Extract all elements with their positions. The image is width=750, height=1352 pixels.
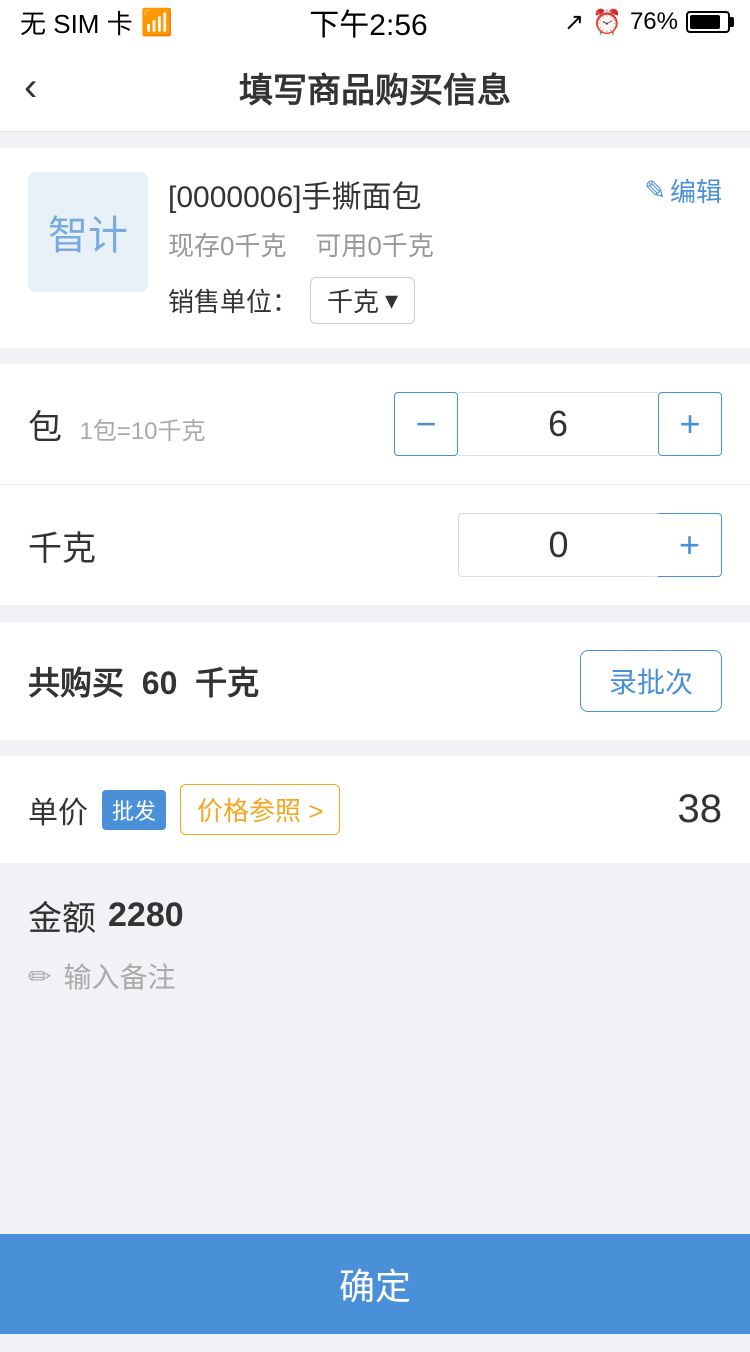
qty-row-bao: 包 1包=10千克 − + — [0, 364, 750, 485]
qty-label-bao: 包 1包=10千克 — [28, 400, 208, 449]
pencil-icon: ✏ — [28, 960, 51, 993]
batch-button[interactable]: 录批次 — [580, 650, 722, 712]
status-right: ↗ ⏰ 76% — [564, 8, 730, 37]
remark-row[interactable]: ✏ 输入备注 — [28, 956, 722, 996]
amount-section: 金额 2280 ✏ 输入备注 — [0, 863, 750, 1012]
edit-icon: ✎ — [644, 175, 666, 206]
battery-percent: 76% — [630, 8, 678, 36]
product-thumbnail: 智计 — [28, 172, 148, 292]
qty-controls-bao: − + — [394, 392, 722, 456]
edit-button[interactable]: ✎ 编辑 — [644, 172, 722, 209]
total-section: 共购买 60 千克 录批次 — [0, 622, 750, 740]
product-name: [0000006]手撕面包 — [168, 172, 644, 216]
qty-row-kg: 千克 + — [0, 485, 750, 606]
chevron-down-icon: ▾ — [385, 285, 398, 316]
status-carrier: 无 SIM 卡 📶 — [20, 4, 173, 41]
product-info: [0000006]手撕面包 ✎ 编辑 现存0千克 可用0千克 销售单位： 千克 … — [168, 172, 722, 324]
price-value: 38 — [678, 787, 723, 832]
qty-label-kg: 千克 — [28, 521, 208, 570]
status-bar: 无 SIM 卡 📶 下午2:56 ↗ ⏰ 76% — [0, 0, 750, 44]
page-title: 填写商品购买信息 — [239, 63, 511, 112]
nav-bar: ‹ 填写商品购买信息 — [0, 44, 750, 132]
qty-input-bao[interactable] — [458, 392, 658, 456]
price-label: 单价 — [28, 788, 88, 832]
total-amount: 60 — [142, 665, 178, 701]
amount-value: 2280 — [108, 896, 184, 935]
qty-controls-kg: + — [458, 513, 722, 577]
amount-row: 金额 2280 — [28, 891, 722, 940]
wifi-icon: 📶 — [141, 7, 173, 38]
increment-bao-button[interactable]: + — [658, 392, 722, 456]
product-logo-text: 智计 — [48, 203, 128, 261]
status-time: 下午2:56 — [309, 0, 427, 44]
qty-input-kg[interactable] — [458, 513, 658, 577]
total-text: 共购买 60 千克 — [28, 658, 259, 704]
decrement-bao-button[interactable]: − — [394, 392, 458, 456]
product-section: 智计 [0000006]手撕面包 ✎ 编辑 现存0千克 可用0千克 销售单位： … — [0, 148, 750, 348]
battery-icon — [686, 11, 730, 33]
increment-kg-button[interactable]: + — [658, 513, 722, 577]
alarm-icon: ⏰ — [592, 8, 622, 37]
price-tag: 批发 — [102, 790, 166, 830]
remark-placeholder: 输入备注 — [63, 956, 175, 996]
price-section: 单价 批发 价格参照 > 38 — [0, 756, 750, 863]
back-button[interactable]: ‹ — [24, 65, 37, 110]
location-icon: ↗ — [564, 8, 584, 37]
product-stock: 现存0千克 可用0千克 — [168, 226, 722, 263]
quantity-section: 包 1包=10千克 − + 千克 + — [0, 364, 750, 606]
confirm-button[interactable]: 确定 — [0, 1234, 750, 1334]
qty-sub-label-bao: 1包=10千克 — [79, 418, 205, 445]
price-ref-button[interactable]: 价格参照 > — [180, 784, 340, 835]
product-unit-row: 销售单位： 千克 ▾ — [168, 277, 722, 324]
unit-select[interactable]: 千克 ▾ — [310, 277, 415, 324]
